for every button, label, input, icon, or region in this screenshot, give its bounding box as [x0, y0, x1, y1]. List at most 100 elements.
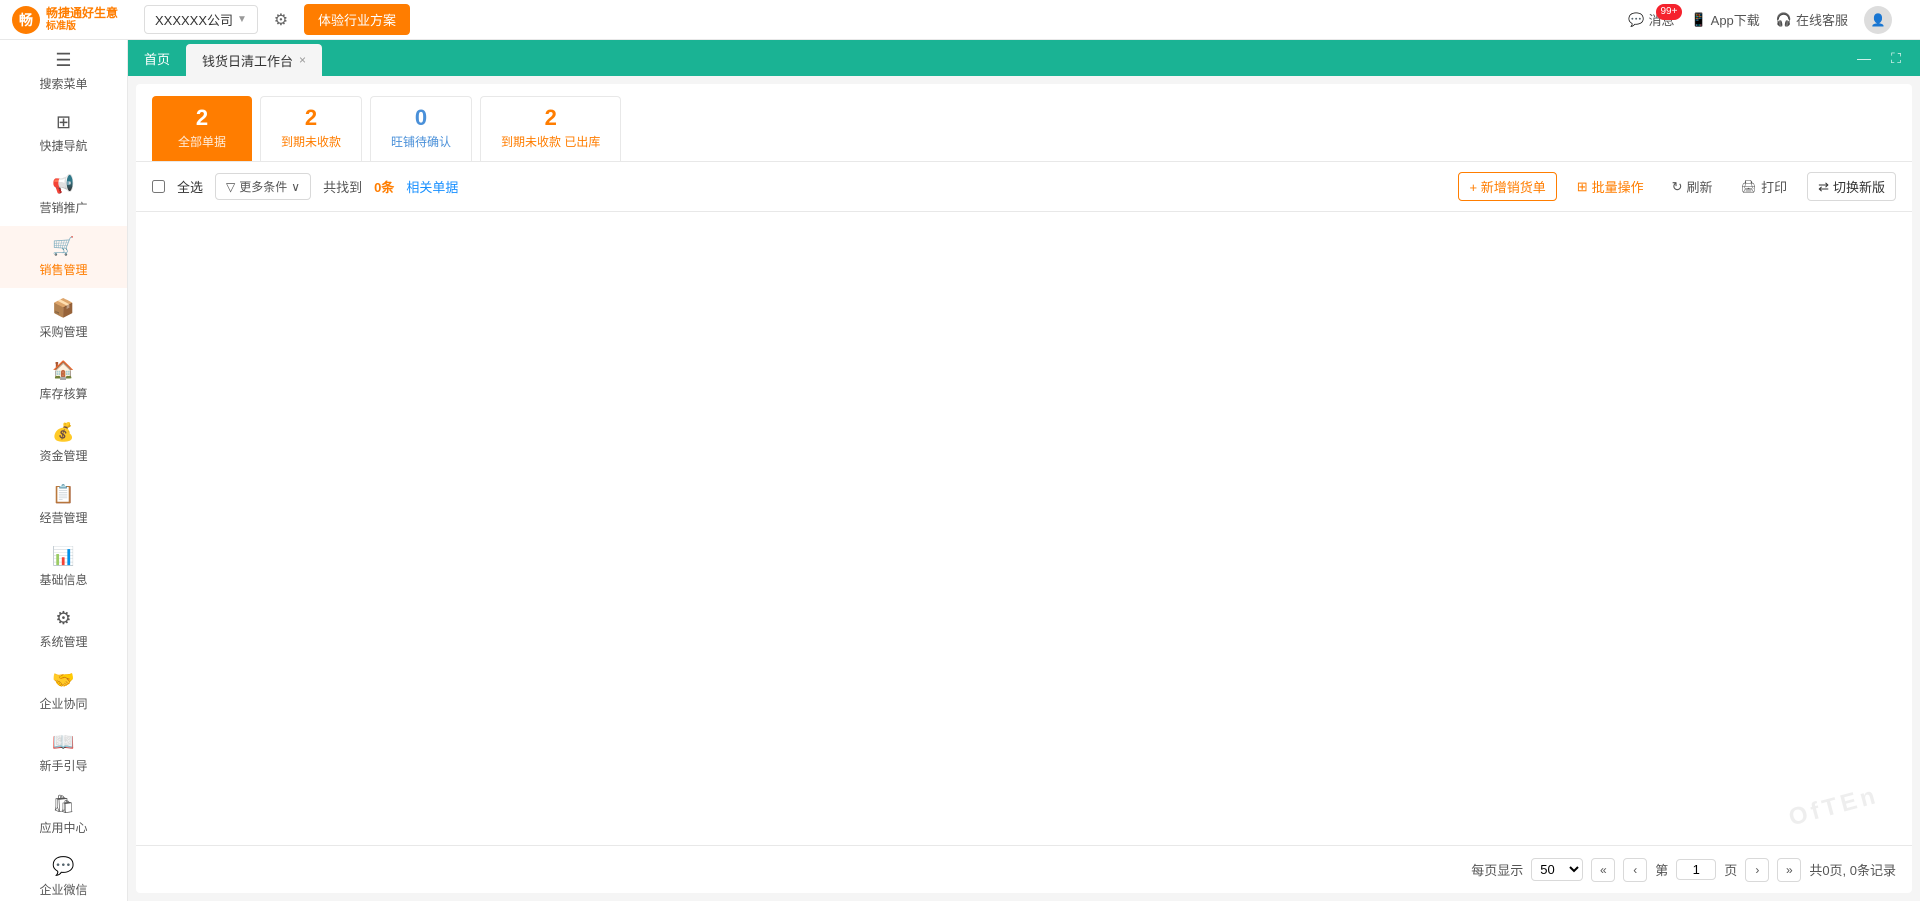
filter-label: 更多条件 [239, 178, 287, 195]
sidebar-label-guide: 新手引导 [39, 757, 87, 774]
sidebar-item-weixin[interactable]: 💬 企业微信 [0, 846, 127, 901]
select-all-checkbox[interactable] [152, 180, 165, 193]
company-dropdown-arrow: ▼ [237, 14, 247, 25]
page-first-button[interactable]: « [1591, 858, 1615, 882]
logo-icon: 畅 [12, 6, 40, 34]
company-selector[interactable]: XXXXXX公司 ▼ [144, 5, 258, 34]
sidebar-label-weixin: 企业微信 [39, 881, 87, 898]
sidebar-label-basic-info: 基础信息 [39, 571, 87, 588]
experience-button[interactable]: 体验行业方案 [304, 4, 410, 35]
toolbar: 全选 ▽ 更多条件 ∨ 共找到 0条 相关单据 + 新增销货单 ⊞ 批量操作 ↻ [136, 162, 1912, 212]
page-prev-button[interactable]: ‹ [1623, 858, 1647, 882]
settings-button[interactable]: ⚙ [266, 5, 296, 35]
online-support-button[interactable]: 🎧 在线客服 [1776, 10, 1848, 29]
message-badge: 99+ [1656, 4, 1683, 20]
stat-tab-wangpu[interactable]: 0 旺铺待确认 [370, 96, 472, 161]
sidebar-item-search[interactable]: ☰ 搜索菜单 [0, 40, 127, 102]
sidebar-item-nav[interactable]: ⊞ 快捷导航 [0, 102, 127, 164]
logo-sub-text: 标准版 [46, 21, 118, 33]
stat-label-overdue: 到期未收款 [281, 133, 341, 150]
sidebar-item-marketing[interactable]: 📢 营销推广 [0, 164, 127, 226]
purchase-icon: 📦 [52, 298, 74, 319]
logo-main-text: 畅捷通好生意 [46, 6, 118, 20]
sidebar-item-basic-info[interactable]: 📊 基础信息 [0, 536, 127, 598]
tab-actions: — ⛶ [1852, 46, 1920, 70]
app-download-button[interactable]: 📱 App下载 [1690, 10, 1759, 29]
sidebar-label-finance: 资金管理 [39, 447, 87, 464]
sidebar-item-finance[interactable]: 💰 资金管理 [0, 412, 127, 474]
basic-info-icon: 📊 [52, 546, 74, 567]
header: 畅 畅捷通好生意 标准版 XXXXXX公司 ▼ ⚙ 体验行业方案 💬 消息 99… [0, 0, 1920, 40]
refresh-button[interactable]: ↻ 刷新 [1664, 173, 1721, 200]
toolbar-right: + 新增销货单 ⊞ 批量操作 ↻ 刷新 🖨 打印 ⇄ 切换新版 [1458, 172, 1896, 201]
filter-icon: ▽ [226, 180, 235, 194]
total-text: 共0页, 0条记录 [1809, 860, 1896, 879]
sidebar: ☰ 搜索菜单 ⊞ 快捷导航 📢 营销推广 🛒 销售管理 📦 采购管理 🏠 库存核… [0, 40, 128, 901]
cooperation-icon: 🤝 [52, 670, 74, 691]
weixin-icon: 💬 [52, 856, 74, 877]
content-area: 2 全部单据 2 到期未收款 0 旺铺待确认 2 到期未收款 已出库 全选 [136, 84, 1912, 893]
tab-minimize-button[interactable]: — [1852, 46, 1876, 70]
found-text: 共找到 [323, 177, 362, 196]
page-next-button[interactable]: › [1745, 858, 1769, 882]
company-name: XXXXXX公司 [155, 10, 233, 29]
sidebar-item-system[interactable]: ⚙ 系统管理 [0, 598, 127, 660]
print-button[interactable]: 🖨 打印 [1733, 173, 1796, 200]
switch-version-button[interactable]: ⇄ 切换新版 [1807, 172, 1896, 201]
stat-tab-all[interactable]: 2 全部单据 [152, 96, 252, 161]
stat-tab-overdue[interactable]: 2 到期未收款 [260, 96, 362, 161]
sidebar-item-operations[interactable]: 📋 经营管理 [0, 474, 127, 536]
app-center-icon: 🛍 [52, 794, 75, 815]
message-button[interactable]: 💬 消息 99+ [1628, 10, 1674, 29]
sidebar-item-purchase[interactable]: 📦 采购管理 [0, 288, 127, 350]
avatar[interactable]: 👤 [1864, 6, 1892, 34]
tab-active[interactable]: 钱货日清工作台 × [186, 44, 322, 76]
filter-button[interactable]: ▽ 更多条件 ∨ [215, 173, 311, 200]
watermark: OfTEn [1786, 782, 1882, 833]
tab-bar: 首页 钱货日清工作台 × — ⛶ [128, 40, 1920, 76]
stat-num-shipped: 2 [545, 105, 557, 131]
online-support-icon: 🎧 [1776, 12, 1792, 28]
per-page-select[interactable]: 50 100 [1531, 858, 1583, 881]
batch-operation-button[interactable]: ⊞ 批量操作 [1569, 173, 1652, 200]
page-number-input[interactable] [1676, 859, 1716, 880]
main-content: 2 全部单据 2 到期未收款 0 旺铺待确认 2 到期未收款 已出库 全选 [128, 76, 1920, 901]
sales-icon: 🛒 [52, 236, 74, 257]
tab-home[interactable]: 首页 [128, 40, 186, 76]
stat-num-wangpu: 0 [415, 105, 427, 131]
operations-icon: 📋 [52, 484, 74, 505]
sidebar-label-sales: 销售管理 [39, 261, 87, 278]
related-bill-link[interactable]: 相关单据 [406, 177, 458, 196]
print-label: 打印 [1761, 177, 1787, 196]
sidebar-label-inventory: 库存核算 [39, 385, 87, 402]
search-icon: ☰ [55, 50, 71, 71]
sidebar-item-app-center[interactable]: 🛍 应用中心 [0, 784, 127, 846]
sidebar-item-inventory[interactable]: 🏠 库存核算 [0, 350, 127, 412]
select-all-label: 全选 [177, 177, 203, 196]
logo-area: 畅 畅捷通好生意 标准版 [12, 6, 140, 34]
stat-label-shipped: 到期未收款 已出库 [501, 133, 600, 150]
page-last-button[interactable]: » [1777, 858, 1801, 882]
tab-home-label: 首页 [144, 49, 170, 68]
stat-tab-shipped[interactable]: 2 到期未收款 已出库 [480, 96, 621, 161]
sidebar-label-purchase: 采购管理 [39, 323, 87, 340]
add-sales-order-button[interactable]: + 新增销货单 [1458, 172, 1556, 201]
sidebar-item-cooperation[interactable]: 🤝 企业协同 [0, 660, 127, 722]
sidebar-item-guide[interactable]: 📖 新手引导 [0, 722, 127, 784]
found-count: 0条 [374, 177, 394, 196]
batch-icon: ⊞ [1577, 179, 1588, 195]
sidebar-label-operations: 经营管理 [39, 509, 87, 526]
sidebar-item-sales[interactable]: 🛒 销售管理 [0, 226, 127, 288]
logo-text: 畅捷通好生意 标准版 [46, 6, 118, 32]
stat-num-all: 2 [196, 105, 208, 131]
sidebar-label-cooperation: 企业协同 [39, 695, 87, 712]
tab-maximize-button[interactable]: ⛶ [1884, 46, 1908, 70]
message-icon: 💬 [1628, 12, 1644, 28]
refresh-label: 刷新 [1687, 177, 1713, 196]
nav-icon: ⊞ [56, 112, 71, 133]
batch-label: 批量操作 [1592, 177, 1644, 196]
table-area: OfTEn [136, 212, 1912, 845]
per-page-label: 每页显示 [1471, 860, 1523, 879]
tab-close-button[interactable]: × [299, 53, 306, 67]
sidebar-label-search: 搜索菜单 [39, 75, 87, 92]
